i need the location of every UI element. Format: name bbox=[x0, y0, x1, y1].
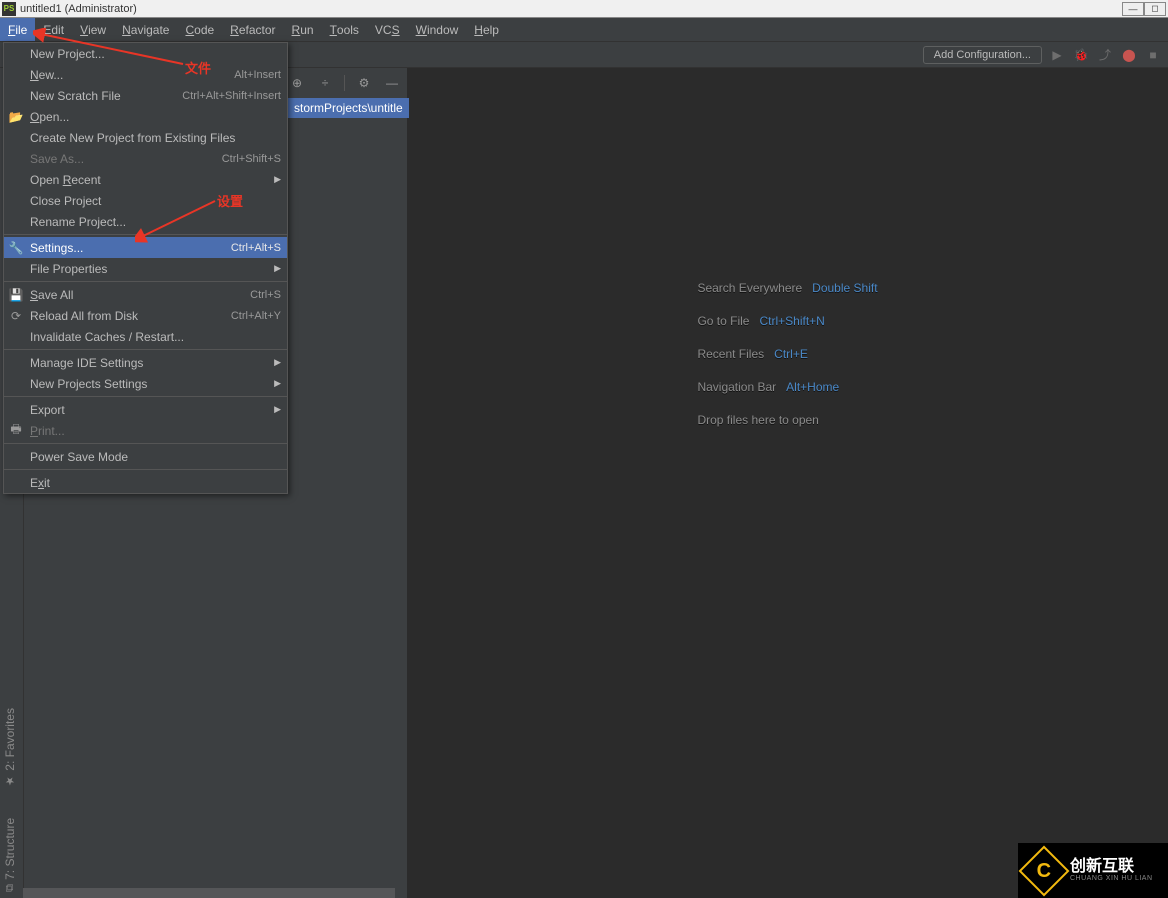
menu-item-invalidate-caches-restart[interactable]: Invalidate Caches / Restart... bbox=[4, 326, 287, 347]
window-controls: — ◻ bbox=[1122, 2, 1166, 16]
menu-item-open-recent[interactable]: Open Recent▶ bbox=[4, 169, 287, 190]
menu-item-file-properties[interactable]: File Properties▶ bbox=[4, 258, 287, 279]
menu-help[interactable]: Help bbox=[466, 18, 507, 41]
debug-icon[interactable]: 🐞 bbox=[1072, 46, 1090, 64]
menu-tools[interactable]: Tools bbox=[322, 18, 367, 41]
menu-item-reload-all-from-disk[interactable]: ⟳Reload All from DiskCtrl+Alt+Y bbox=[4, 305, 287, 326]
hint-navigation-bar: Navigation BarAlt+Home bbox=[697, 378, 877, 395]
favorites-tool-button[interactable]: ★ 2: Favorites bbox=[3, 708, 17, 788]
menu-item-manage-ide-settings[interactable]: Manage IDE Settings▶ bbox=[4, 352, 287, 373]
annotation-arrow-settings bbox=[135, 197, 220, 247]
menu-item-open[interactable]: 📂Open... bbox=[4, 106, 287, 127]
menu-item-export[interactable]: Export▶ bbox=[4, 399, 287, 420]
annotation-arrow-file bbox=[33, 28, 188, 70]
print-icon: 🖶 bbox=[9, 424, 23, 438]
path-bar: stormProjects\untitle bbox=[288, 98, 409, 118]
watermark-logo-icon: C bbox=[1019, 845, 1070, 896]
hint-search-everywhere: Search EverywhereDouble Shift bbox=[697, 279, 877, 296]
annotation-file: 文件 bbox=[185, 58, 211, 77]
menu-separator bbox=[4, 396, 287, 397]
watermark: C 创新互联 CHUANG XIN HU LIAN bbox=[1018, 843, 1168, 898]
run-icon[interactable]: ▶ bbox=[1048, 46, 1066, 64]
wrench-icon: 🔧 bbox=[9, 241, 23, 255]
submenu-arrow-icon: ▶ bbox=[274, 174, 281, 185]
watermark-text: 创新互联 bbox=[1070, 859, 1153, 875]
submenu-arrow-icon: ▶ bbox=[274, 263, 281, 274]
menu-run[interactable]: Run bbox=[284, 18, 322, 41]
menu-item-power-save-mode[interactable]: Power Save Mode bbox=[4, 446, 287, 467]
menu-separator bbox=[4, 349, 287, 350]
hide-icon[interactable]: — bbox=[383, 74, 401, 92]
minimize-button[interactable]: — bbox=[1122, 2, 1144, 16]
target-icon[interactable]: ⊕ bbox=[288, 74, 306, 92]
menu-item-save-all[interactable]: 💾Save AllCtrl+S bbox=[4, 284, 287, 305]
editor-empty-state: Search EverywhereDouble Shift Go to FileC… bbox=[407, 68, 1168, 898]
submenu-arrow-icon: ▶ bbox=[274, 378, 281, 389]
menu-item-print: 🖶Print... bbox=[4, 420, 287, 441]
hint-drop-files-here-to-open: Drop files here to open bbox=[697, 411, 877, 428]
reload-icon: ⟳ bbox=[9, 309, 23, 323]
submenu-arrow-icon: ▶ bbox=[274, 357, 281, 368]
project-scrollbar[interactable] bbox=[23, 888, 395, 898]
folder-icon: 📂 bbox=[9, 110, 23, 124]
window-title: untitled1 (Administrator) bbox=[20, 3, 1122, 15]
menu-item-save-as: Save As...Ctrl+Shift+S bbox=[4, 148, 287, 169]
app-icon: PS bbox=[2, 2, 16, 16]
menu-item-new-projects-settings[interactable]: New Projects Settings▶ bbox=[4, 373, 287, 394]
coverage-icon[interactable]: ⤴ bbox=[1096, 46, 1114, 64]
menu-refactor[interactable]: Refactor bbox=[222, 18, 283, 41]
submenu-arrow-icon: ▶ bbox=[274, 404, 281, 415]
menu-item-create-new-project-from-existing-files[interactable]: Create New Project from Existing Files bbox=[4, 127, 287, 148]
path-fragment: stormProjects\untitle bbox=[294, 101, 403, 115]
maximize-button[interactable]: ◻ bbox=[1144, 2, 1166, 16]
hint-go-to-file: Go to FileCtrl+Shift+N bbox=[697, 312, 877, 329]
menu-separator bbox=[4, 443, 287, 444]
editor-toolbar: ⊕ ÷ ⚙ — bbox=[288, 68, 401, 98]
save-icon: 💾 bbox=[9, 288, 23, 302]
stop-square-icon[interactable]: ■ bbox=[1144, 46, 1162, 64]
hint-recent-files: Recent FilesCtrl+E bbox=[697, 345, 877, 362]
menu-separator bbox=[4, 281, 287, 282]
annotation-settings: 设置 bbox=[217, 191, 243, 210]
file-menu-dropdown: New Project...New...Alt+InsertNew Scratc… bbox=[3, 42, 288, 494]
project-panel-area bbox=[24, 480, 408, 898]
collapse-icon[interactable]: ÷ bbox=[316, 74, 334, 92]
menu-item-new-scratch-file[interactable]: New Scratch FileCtrl+Alt+Shift+Insert bbox=[4, 85, 287, 106]
menu-window[interactable]: Window bbox=[408, 18, 467, 41]
structure-tool-button[interactable]: ⧉ 7: Structure bbox=[3, 818, 17, 892]
window-titlebar: PS untitled1 (Administrator) — ◻ bbox=[0, 0, 1168, 18]
watermark-subtext: CHUANG XIN HU LIAN bbox=[1070, 875, 1153, 882]
menu-vcs[interactable]: VCS bbox=[367, 18, 408, 41]
gear-icon[interactable]: ⚙ bbox=[355, 74, 373, 92]
menu-item-exit[interactable]: Exit bbox=[4, 472, 287, 493]
menu-separator bbox=[4, 469, 287, 470]
menu-file[interactable]: File bbox=[0, 18, 35, 41]
add-configuration-button[interactable]: Add Configuration... bbox=[923, 46, 1042, 64]
stop-icon[interactable]: ⬤ bbox=[1120, 46, 1138, 64]
